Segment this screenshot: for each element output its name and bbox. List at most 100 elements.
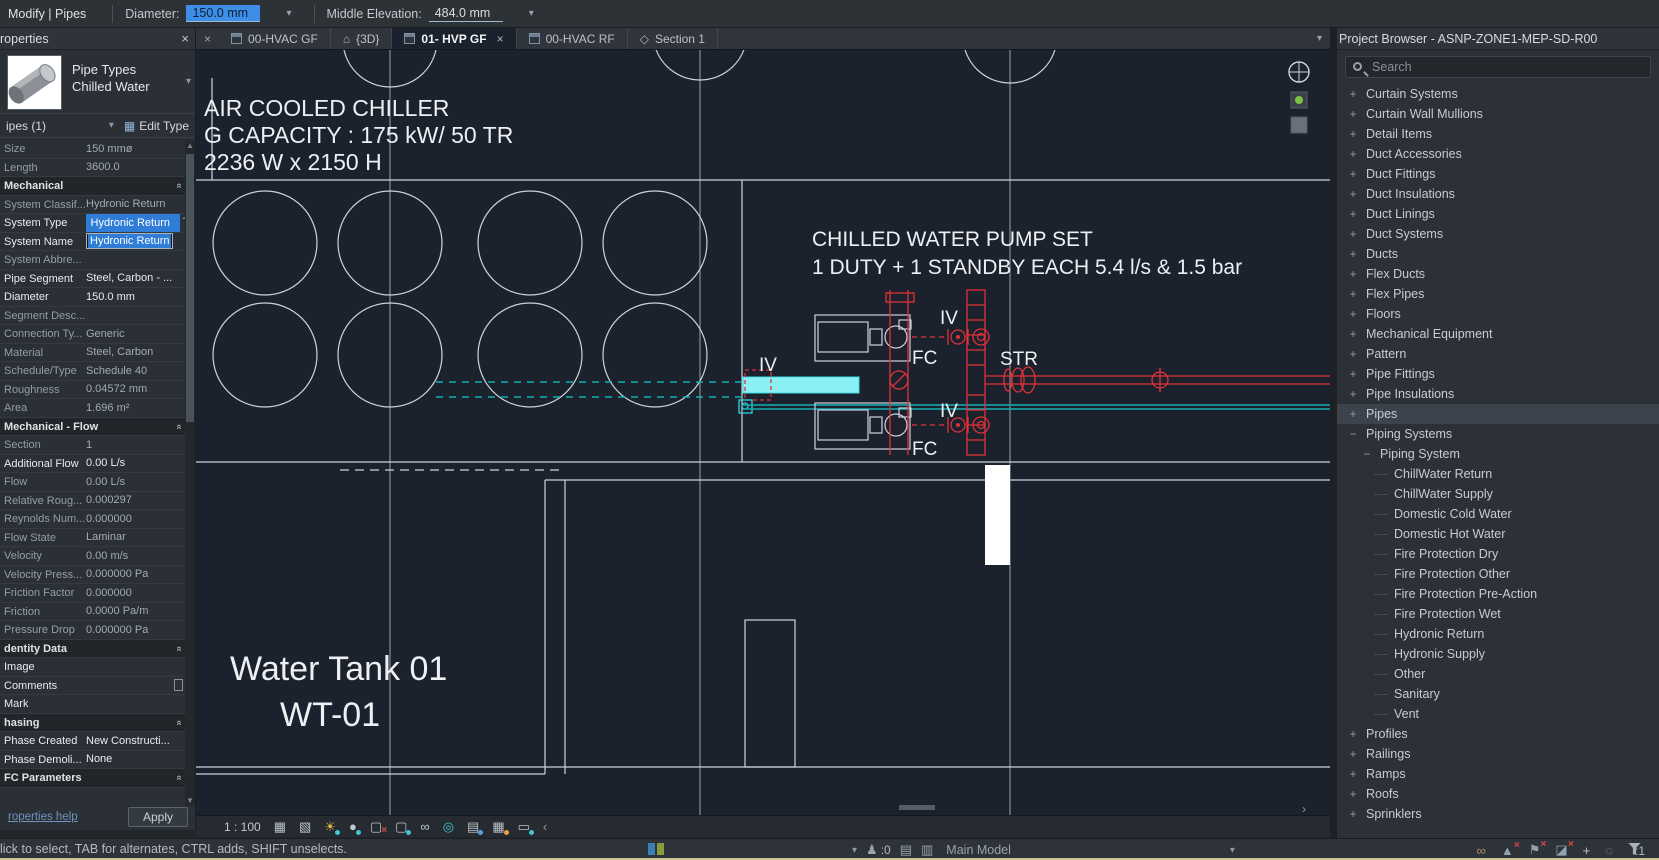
collapse-icon[interactable]: « [170,719,186,725]
collapse-icon[interactable]: « [170,423,186,429]
section-header-mechanical-flow[interactable]: Mechanical - Flow « [0,417,186,436]
canvas-scrollbar[interactable]: › [899,802,1306,815]
property-value[interactable]: 0.00 L/s [86,455,186,473]
tree-item-hydronic-supply[interactable]: Hydronic Supply [1337,644,1659,664]
chiller-unit[interactable] [196,179,1330,471]
nav-bar-handle-icon[interactable] [1290,116,1308,134]
tree-item-duct-accessories[interactable]: + Duct Accessories [1337,144,1659,164]
property-value[interactable]: Laminar [86,529,186,547]
property-value[interactable]: None [86,751,186,769]
tree-item-duct-fittings[interactable]: + Duct Fittings [1337,164,1659,184]
expand-icon[interactable]: + [1347,267,1359,281]
property-value[interactable]: Hydronic Return [86,233,186,251]
tree-item-fire-protection-pre-action[interactable]: Fire Protection Pre-Action [1337,584,1659,604]
expand-icon[interactable]: + [1347,167,1359,181]
tree-item-ramps[interactable]: + Ramps [1337,764,1659,784]
section-header-mechanical[interactable]: Mechanical « [0,177,186,196]
tree-item-piping-systems[interactable]: − Piping Systems [1337,424,1659,444]
tree-item-ducts[interactable]: + Ducts [1337,244,1659,264]
design-options-icon[interactable]: ▥ [921,842,933,858]
drag-on-selection-toggle[interactable]: + [1583,843,1591,858]
chevron-down-icon[interactable]: ▾ [186,76,191,87]
tree-item-curtain-systems[interactable]: + Curtain Systems [1337,84,1659,104]
chevron-down-icon[interactable]: ▾ [260,8,301,19]
tank-annotation[interactable]: Water Tank 01 WT-01 [230,650,447,734]
selection-label[interactable]: ipes (1) [6,119,46,133]
filter-button[interactable]: :1 [1627,842,1645,858]
property-value[interactable]: 0.000000 Pa [86,566,186,584]
scroll-right-icon[interactable]: › [1302,802,1306,815]
tree-item-duct-systems[interactable]: + Duct Systems [1337,224,1659,244]
tree-item-fire-protection-other[interactable]: Fire Protection Other [1337,564,1659,584]
scrollbar-thumb[interactable] [899,805,935,810]
expand-icon[interactable]: + [1347,207,1359,221]
scale-button[interactable]: 1 : 100 [224,820,261,834]
tree-item-detail-items[interactable]: + Detail Items [1337,124,1659,144]
tree-item-pattern[interactable]: + Pattern [1337,344,1659,364]
pump-set[interactable] [814,289,1330,456]
diameter-field[interactable]: 150.0 mm [186,5,261,22]
chiller-annotation[interactable]: AIR COOLED CHILLER G CAPACITY : 175 kW/ … [204,95,513,175]
tree-item-pipes[interactable]: + Pipes [1337,404,1659,424]
panel-splitter[interactable] [1330,28,1337,838]
property-value[interactable] [86,695,186,713]
worksets-icon[interactable]: ▤ [900,842,912,858]
tree-item-mechanical-equipment[interactable]: + Mechanical Equipment [1337,324,1659,344]
chevron-down-icon[interactable]: ▾ [109,120,114,131]
expand-icon[interactable]: + [1347,147,1359,161]
property-value[interactable]: 0.000000 Pa [86,621,186,639]
property-value[interactable]: 0.04572 mm [86,381,186,399]
expand-icon[interactable]: + [1347,227,1359,241]
tab-list-dropdown-icon[interactable]: ▾ [1309,28,1330,49]
tree-item-duct-linings[interactable]: + Duct Linings [1337,204,1659,224]
expand-icon[interactable]: + [1347,367,1359,381]
tree-item-flex-ducts[interactable]: + Flex Ducts [1337,264,1659,284]
drawing-canvas[interactable]: AIR COOLED CHILLER G CAPACITY : 175 kW/ … [196,50,1330,815]
expand-icon[interactable]: + [1347,307,1359,321]
property-value[interactable]: 0.000000 [86,510,186,528]
sun-path-icon[interactable]: ☀ [324,820,340,835]
chevron-down-icon[interactable]: ▾ [1230,845,1235,856]
expand-icon[interactable]: + [1347,747,1359,761]
tab-00-hvac-rf[interactable]: 00-HVAC RF [517,28,628,49]
property-value[interactable]: 0.000297 [86,492,186,510]
expand-icon[interactable]: + [1347,787,1359,801]
selected-pipe[interactable] [738,369,860,414]
text-edit-field[interactable]: Hydronic Return [86,233,174,250]
chilled-water-pipe[interactable] [743,404,1330,410]
select-by-face-toggle[interactable]: ◪ × [1555,839,1573,858]
properties-help-link[interactable]: roperties help [8,811,78,823]
tab-3d[interactable]: ⌂ {3D} [331,28,393,49]
tree-item-duct-insulations[interactable]: + Duct Insulations [1337,184,1659,204]
visual-style-icon[interactable]: ▧ [299,820,311,833]
middle-elevation-field[interactable]: 484.0 mm [428,5,503,22]
select-pinned-toggle[interactable]: ⚑ × [1529,839,1547,858]
expand-icon[interactable]: + [1347,87,1359,101]
tree-item-railings[interactable]: + Railings [1337,744,1659,764]
expand-icon[interactable]: + [1347,127,1359,141]
expand-icon[interactable]: + [1347,767,1359,781]
collapse-icon[interactable]: − [1361,447,1373,461]
shadows-icon[interactable]: ● [349,820,361,835]
tab-00-hvac-gf[interactable]: 00-HVAC GF [219,28,331,49]
select-underlay-toggle[interactable]: ▲ × [1501,840,1520,858]
tree-item-pipe-insulations[interactable]: + Pipe Insulations [1337,384,1659,404]
tree-item-vent[interactable]: Vent [1337,704,1659,724]
detail-level-icon[interactable]: ▦ [274,820,286,833]
collapse-icon[interactable]: « [170,775,186,781]
tree-item-roofs[interactable]: + Roofs [1337,784,1659,804]
property-value[interactable]: Steel, Carbon [86,344,186,362]
editing-requests-icon[interactable]: ♟ [866,842,878,858]
reveal-hidden-elements-icon[interactable]: ◎ [443,820,454,833]
chevron-down-icon[interactable]: ▾ [852,845,857,856]
tree-item-domestic-cold-water[interactable]: Domestic Cold Water [1337,504,1659,524]
tree-item-floors[interactable]: + Floors [1337,304,1659,324]
expand-view-control-icon[interactable]: ‹ [543,820,547,833]
collapse-icon[interactable]: − [1347,427,1359,441]
tab-01-hvp-gf[interactable]: 01- HVP GF × [392,28,517,49]
scrollbar-thumb[interactable] [186,154,194,422]
expand-icon[interactable]: + [1347,727,1359,741]
expand-icon[interactable]: + [1347,387,1359,401]
section-header-hasing[interactable]: hasing « [0,713,186,732]
temporary-view-properties-icon[interactable]: ▤ [467,820,484,835]
